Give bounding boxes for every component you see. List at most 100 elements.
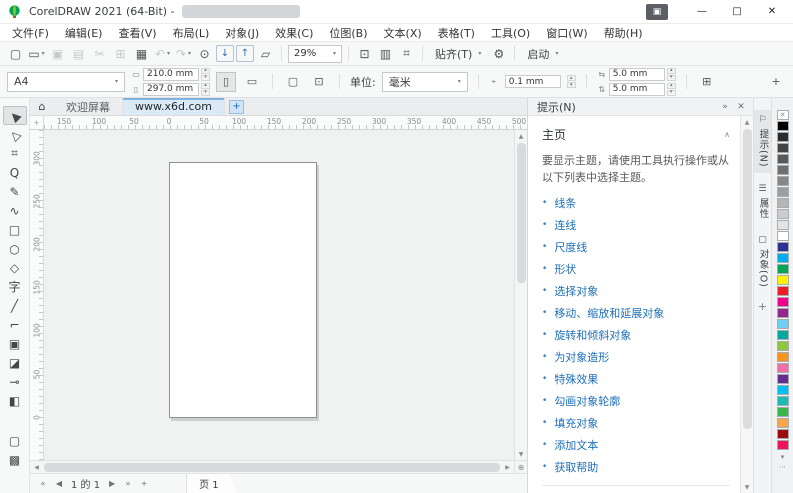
zoom-tool[interactable]: Q <box>3 163 27 182</box>
color-swatch[interactable] <box>776 374 789 384</box>
stepper-up-icon[interactable]: ▴ <box>201 67 210 74</box>
hint-topic-link[interactable]: 添加文本 <box>554 437 598 453</box>
menu-item[interactable]: 文件(F) <box>4 25 57 41</box>
stepper-down-icon[interactable]: ▾ <box>201 74 210 81</box>
color-swatch[interactable] <box>776 352 789 362</box>
publish-pdf-icon[interactable]: ▱ <box>256 44 275 63</box>
canvas[interactable] <box>44 130 514 460</box>
hint-topic-link[interactable]: 线条 <box>554 195 576 211</box>
menu-item[interactable]: 位图(B) <box>321 25 375 41</box>
add-page-button[interactable]: + <box>136 476 152 492</box>
scroll-up-icon[interactable]: ▲ <box>741 116 754 128</box>
color-swatch[interactable] <box>776 330 789 340</box>
docker-scrollbar[interactable]: ▲ ▼ <box>740 116 753 493</box>
menu-item[interactable]: 工具(O) <box>483 25 538 41</box>
color-swatch[interactable] <box>776 154 789 164</box>
paste-icon[interactable]: ▦ <box>132 44 151 63</box>
interactive-fill-tool[interactable]: ◧ <box>3 391 27 410</box>
color-swatch[interactable] <box>776 319 789 329</box>
duplicate-y-stepper[interactable]: ▴ ▾ <box>666 82 676 96</box>
duplicate-x-field[interactable] <box>608 67 665 81</box>
nudge-field[interactable] <box>504 75 561 88</box>
hint-topic-link[interactable]: 填充对象 <box>554 415 598 431</box>
hint-topic-link[interactable]: 获取帮助 <box>554 459 598 475</box>
color-swatch[interactable] <box>776 198 789 208</box>
menu-item[interactable]: 文本(X) <box>376 25 430 41</box>
account-badge-icon[interactable]: ▣ <box>646 3 668 20</box>
navigator-zoom-icon[interactable]: ⊕ <box>514 461 527 473</box>
previous-page-button[interactable]: ◀ <box>51 476 67 492</box>
color-swatch[interactable] <box>776 385 789 395</box>
next-page-button[interactable]: ▶ <box>104 476 120 492</box>
color-swatch[interactable] <box>776 231 789 241</box>
open-icon[interactable]: ▭ ▾ <box>27 44 46 63</box>
duplicate-y-field[interactable] <box>608 82 665 96</box>
crop-tool[interactable]: ⌗ <box>3 144 27 163</box>
menu-item[interactable]: 编辑(E) <box>57 25 111 41</box>
portrait-button[interactable]: ▯ <box>216 71 236 92</box>
color-swatch[interactable] <box>776 418 789 428</box>
color-swatch[interactable] <box>776 264 789 274</box>
color-swatch[interactable] <box>776 132 789 142</box>
add-docker-button[interactable]: + <box>758 300 767 313</box>
vertical-scroll-thumb[interactable] <box>516 143 526 283</box>
snap-to-dropdown[interactable]: 贴齐(T) ▾ <box>429 44 487 63</box>
fullscreen-preview-icon[interactable]: ⊡ <box>355 44 374 63</box>
page-width-stepper[interactable]: ▴ ▾ <box>201 67 210 81</box>
color-swatch[interactable] <box>776 275 789 285</box>
minimize-button[interactable]: — <box>689 3 715 21</box>
new-document-icon[interactable]: ▢ <box>6 44 25 63</box>
export-icon[interactable]: ↑ <box>236 45 254 62</box>
import-icon[interactable]: ↓ <box>216 45 234 62</box>
color-swatch[interactable] <box>776 308 789 318</box>
landscape-button[interactable]: ▭ <box>242 72 262 92</box>
color-swatch[interactable] <box>776 176 789 186</box>
hint-topic-link[interactable]: 尺度线 <box>554 239 587 255</box>
last-page-button[interactable]: » <box>120 476 136 492</box>
menu-item[interactable]: 查看(V) <box>110 25 164 41</box>
docker-tab[interactable]: ▢ 对象(O) <box>754 230 772 293</box>
page[interactable] <box>169 162 317 418</box>
page-border-button[interactable]: ⊞ <box>697 72 717 92</box>
freehand-tool[interactable]: ✎ <box>3 182 27 201</box>
shape-tool[interactable]: △ <box>3 125 27 144</box>
section-collapse-icon[interactable]: ∧ <box>724 130 730 139</box>
stepper-up-icon[interactable]: ▴ <box>666 67 676 74</box>
current-page-button[interactable]: ⊡ <box>309 72 329 92</box>
docker-tab[interactable]: ☰ 属性 <box>754 179 772 224</box>
hint-topic-link[interactable]: 选择对象 <box>554 283 598 299</box>
docker-collapse-icon[interactable]: » <box>717 102 733 112</box>
color-swatch[interactable] <box>776 429 789 439</box>
stepper-up-icon[interactable]: ▴ <box>666 82 676 89</box>
polygon-tool[interactable]: ◇ <box>3 258 27 277</box>
hint-topic-link[interactable]: 勾画对象轮廓 <box>554 393 620 409</box>
ruler-origin[interactable]: + <box>30 116 44 130</box>
show-grid-icon[interactable]: ⌗ <box>397 44 416 63</box>
text-tool[interactable]: 字 <box>3 277 27 296</box>
page-1-tab[interactable]: 页 1 <box>186 474 237 493</box>
color-swatch[interactable] <box>776 121 789 131</box>
color-swatch[interactable] <box>776 341 789 351</box>
scroll-right-icon[interactable]: ▶ <box>501 461 514 473</box>
menu-item[interactable]: 表格(T) <box>430 25 483 41</box>
new-tab-button[interactable]: + <box>228 99 244 114</box>
palette-flyout-icon[interactable]: ⋯ <box>779 463 786 471</box>
horizontal-scrollbar[interactable]: ◀ ▶ ⊕ <box>30 460 527 473</box>
no-color-swatch[interactable]: ✕ <box>776 110 789 120</box>
document-tab[interactable]: www.x6d.com <box>123 98 225 115</box>
menu-item[interactable]: 对象(J) <box>217 25 267 41</box>
stepper-down-icon[interactable]: ▾ <box>566 82 576 88</box>
options-gear-icon[interactable]: ⚙ <box>489 44 508 63</box>
scroll-down-icon[interactable]: ▼ <box>741 481 754 493</box>
color-eyedropper-tool[interactable]: ⊸ <box>3 372 27 391</box>
color-swatch[interactable] <box>776 253 789 263</box>
drop-shadow-tool[interactable]: ▣ <box>3 334 27 353</box>
parallel-dimension-tool[interactable]: ╱ <box>3 296 27 315</box>
ellipse-tool[interactable]: ○ <box>3 239 27 258</box>
launch-dropdown[interactable]: 启动 ▾ <box>521 44 564 63</box>
color-swatch[interactable] <box>776 440 789 450</box>
stepper-up-icon[interactable]: ▴ <box>201 82 210 89</box>
horizontal-scroll-thumb[interactable] <box>44 462 500 472</box>
docker-close-icon[interactable]: ✕ <box>733 102 749 112</box>
connector-tool[interactable]: ⌐ <box>3 315 27 334</box>
